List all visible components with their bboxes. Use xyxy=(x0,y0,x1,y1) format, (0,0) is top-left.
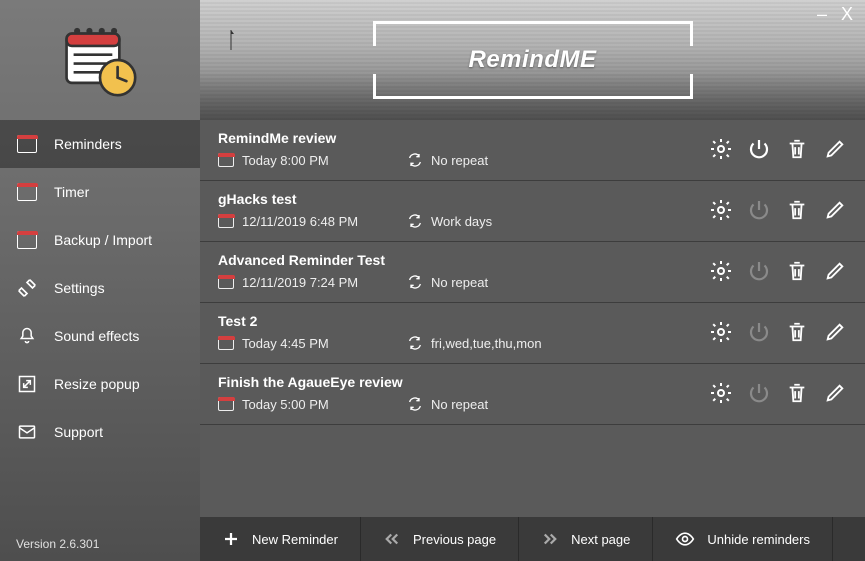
reminder-row: Advanced Reminder Test 12/11/2019 7:24 P… xyxy=(200,242,865,303)
close-button[interactable]: X xyxy=(841,4,853,25)
calendar-icon xyxy=(218,214,234,228)
minimize-button[interactable]: – xyxy=(817,4,827,25)
nav-label: Sound effects xyxy=(54,328,139,344)
chevrons-right-icon xyxy=(541,530,559,548)
timer-icon xyxy=(16,181,38,203)
settings-action[interactable] xyxy=(709,381,733,405)
sidebar-item-reminders[interactable]: Reminders xyxy=(0,120,200,168)
settings-action[interactable] xyxy=(709,137,733,161)
edit-action[interactable] xyxy=(823,198,847,222)
reminder-repeat: Work days xyxy=(431,214,492,229)
calendar-icon xyxy=(218,153,234,167)
delete-action[interactable] xyxy=(785,259,809,283)
reminder-row: RemindMe review Today 8:00 PM No repeat xyxy=(200,120,865,181)
sidebar-item-backup[interactable]: Backup / Import xyxy=(0,216,200,264)
edit-action[interactable] xyxy=(823,137,847,161)
repeat-icon xyxy=(407,335,423,351)
power-action[interactable] xyxy=(747,137,771,161)
delete-action[interactable] xyxy=(785,137,809,161)
mail-icon xyxy=(16,421,38,443)
nav-label: Timer xyxy=(54,184,89,200)
sidebar: Reminders Timer Backup / Import Settings xyxy=(0,0,200,561)
reminder-repeat: No repeat xyxy=(431,275,488,290)
reminders-list: RemindMe review Today 8:00 PM No repeat … xyxy=(200,120,865,517)
reminder-repeat: fri,wed,tue,thu,mon xyxy=(431,336,542,351)
reminder-repeat: No repeat xyxy=(431,153,488,168)
reminder-date: 12/11/2019 7:24 PM xyxy=(242,275,358,290)
delete-action[interactable] xyxy=(785,320,809,344)
previous-page-button[interactable]: Previous page xyxy=(361,517,519,561)
bottom-bar: New Reminder Previous page Next page Unh… xyxy=(200,517,865,561)
reminder-row: Finish the AgaueEye review Today 5:00 PM… xyxy=(200,364,865,425)
main: – X RemindME RemindMe review Today 8:00 … xyxy=(200,0,865,561)
buoy-decoration xyxy=(228,30,230,44)
power-action[interactable] xyxy=(747,320,771,344)
nav-label: Support xyxy=(54,424,103,440)
app-logo xyxy=(0,0,200,120)
sidebar-item-support[interactable]: Support xyxy=(0,408,200,456)
button-label: Next page xyxy=(571,532,630,547)
repeat-icon xyxy=(407,274,423,290)
reminder-date: Today 5:00 PM xyxy=(242,397,329,412)
reminder-row: gHacks test 12/11/2019 6:48 PM Work days xyxy=(200,181,865,242)
backup-icon xyxy=(16,229,38,251)
reminder-title: Finish the AgaueEye review xyxy=(218,374,699,390)
calendar-logo-icon xyxy=(56,16,144,104)
sidebar-item-resize[interactable]: Resize popup xyxy=(0,360,200,408)
settings-icon xyxy=(16,277,38,299)
reminder-repeat: No repeat xyxy=(431,397,488,412)
next-page-button[interactable]: Next page xyxy=(519,517,653,561)
reminder-date: 12/11/2019 6:48 PM xyxy=(242,214,358,229)
sidebar-item-sound[interactable]: Sound effects xyxy=(0,312,200,360)
nav-label: Settings xyxy=(54,280,105,296)
settings-action[interactable] xyxy=(709,320,733,344)
button-label: Previous page xyxy=(413,532,496,547)
power-action[interactable] xyxy=(747,259,771,283)
edit-action[interactable] xyxy=(823,320,847,344)
resize-icon xyxy=(16,373,38,395)
header: RemindME xyxy=(200,0,865,120)
chevrons-left-icon xyxy=(383,530,401,548)
version-label: Version 2.6.301 xyxy=(16,537,99,551)
new-reminder-button[interactable]: New Reminder xyxy=(200,517,361,561)
reminder-date: Today 4:45 PM xyxy=(242,336,329,351)
header-frame: RemindME xyxy=(373,21,693,99)
reminder-title: gHacks test xyxy=(218,191,699,207)
settings-action[interactable] xyxy=(709,198,733,222)
nav-label: Reminders xyxy=(54,136,122,152)
reminder-title: RemindMe review xyxy=(218,130,699,146)
nav: Reminders Timer Backup / Import Settings xyxy=(0,120,200,456)
edit-action[interactable] xyxy=(823,381,847,405)
button-label: Unhide reminders xyxy=(707,532,810,547)
nav-label: Backup / Import xyxy=(54,232,152,248)
app-title: RemindME xyxy=(468,46,596,74)
power-action[interactable] xyxy=(747,381,771,405)
repeat-icon xyxy=(407,396,423,412)
repeat-icon xyxy=(407,213,423,229)
power-action[interactable] xyxy=(747,198,771,222)
sidebar-item-timer[interactable]: Timer xyxy=(0,168,200,216)
delete-action[interactable] xyxy=(785,381,809,405)
calendar-icon xyxy=(218,397,234,411)
window-controls: – X xyxy=(817,4,853,25)
app-root: Reminders Timer Backup / Import Settings xyxy=(0,0,865,561)
reminder-title: Test 2 xyxy=(218,313,699,329)
edit-action[interactable] xyxy=(823,259,847,283)
nav-label: Resize popup xyxy=(54,376,140,392)
reminder-date: Today 8:00 PM xyxy=(242,153,329,168)
delete-action[interactable] xyxy=(785,198,809,222)
reminder-title: Advanced Reminder Test xyxy=(218,252,699,268)
button-label: New Reminder xyxy=(252,532,338,547)
unhide-reminders-button[interactable]: Unhide reminders xyxy=(653,517,833,561)
reminder-row: Test 2 Today 4:45 PM fri,wed,tue,thu,mon xyxy=(200,303,865,364)
settings-action[interactable] xyxy=(709,259,733,283)
sidebar-item-settings[interactable]: Settings xyxy=(0,264,200,312)
calendar-icon xyxy=(218,336,234,350)
repeat-icon xyxy=(407,152,423,168)
eye-icon xyxy=(675,529,695,549)
reminders-icon xyxy=(16,133,38,155)
plus-icon xyxy=(222,530,240,548)
calendar-icon xyxy=(218,275,234,289)
bell-icon xyxy=(16,325,38,347)
